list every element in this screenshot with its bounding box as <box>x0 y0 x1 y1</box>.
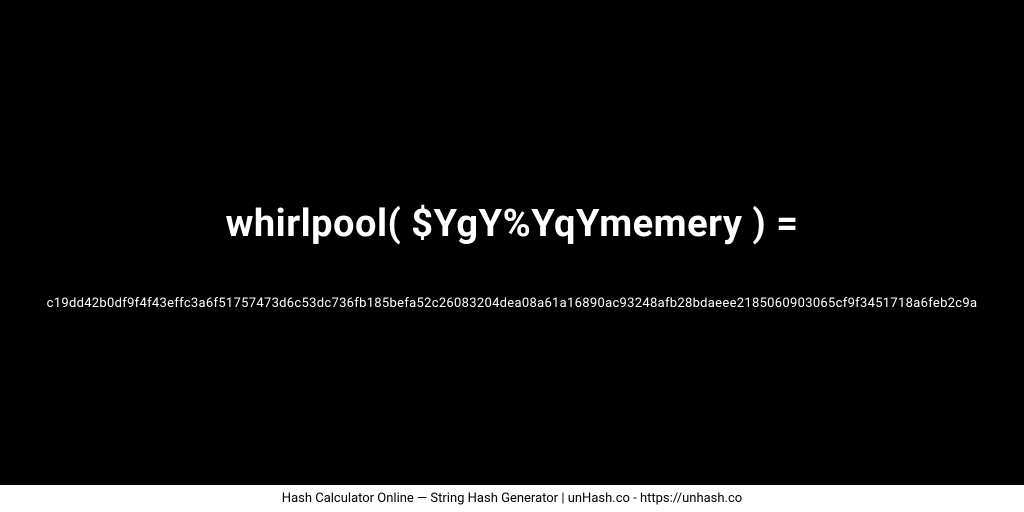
footer-text: Hash Calculator Online — String Hash Gen… <box>282 491 742 506</box>
hash-output: c19dd42b0df9f4f43effc3a6f51757473d6c53dc… <box>47 296 978 311</box>
hash-expression: whirlpool( $YgY%YqYmemery ) = <box>225 202 798 246</box>
footer-bar: Hash Calculator Online — String Hash Gen… <box>0 485 1024 512</box>
main-content: whirlpool( $YgY%YqYmemery ) = c19dd42b0d… <box>0 0 1024 512</box>
